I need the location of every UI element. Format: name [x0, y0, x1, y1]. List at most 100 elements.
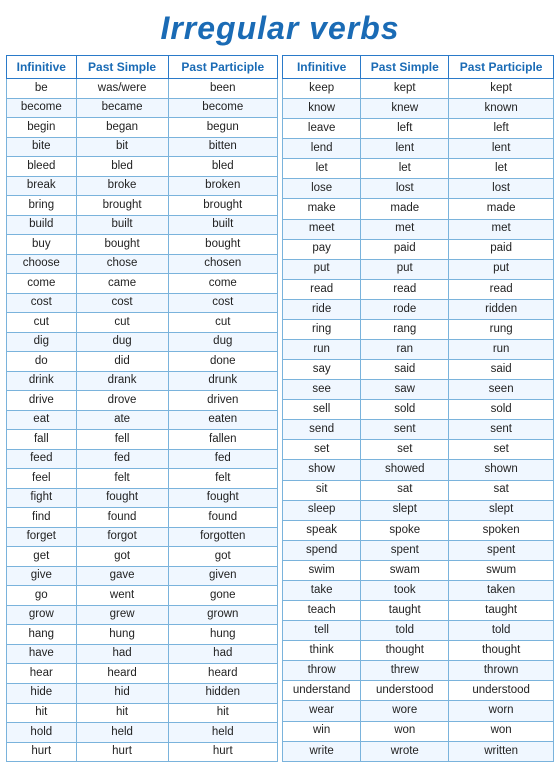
- table-cell: send: [283, 420, 361, 440]
- table-cell: met: [361, 219, 449, 239]
- table-row: givegavegiven: [7, 566, 278, 586]
- table-cell: ran: [361, 340, 449, 360]
- table-row: makemademade: [283, 199, 554, 219]
- page-title: Irregular verbs: [0, 0, 560, 55]
- table-row: sleepsleptslept: [283, 500, 554, 520]
- table-cell: heard: [168, 664, 277, 684]
- table-cell: lent: [361, 139, 449, 159]
- table-row: writewrotewritten: [283, 741, 554, 761]
- table-cell: grown: [168, 605, 277, 625]
- table-row: growgrewgrown: [7, 605, 278, 625]
- table-cell: take: [283, 580, 361, 600]
- table-row: saysaidsaid: [283, 360, 554, 380]
- table-cell: paid: [361, 239, 449, 259]
- table-cell: break: [7, 176, 77, 196]
- table-cell: drank: [76, 371, 168, 391]
- table-cell: began: [76, 118, 168, 138]
- table-row: bleedbledbled: [7, 157, 278, 177]
- table-cell: drive: [7, 391, 77, 411]
- table-cell: set: [283, 440, 361, 460]
- table-cell: heard: [76, 664, 168, 684]
- table-cell: ride: [283, 299, 361, 319]
- table-cell: fought: [168, 488, 277, 508]
- table-row: gowentgone: [7, 586, 278, 606]
- table-cell: fallen: [168, 430, 277, 450]
- table-cell: hurt: [76, 742, 168, 762]
- table-cell: rung: [449, 319, 554, 339]
- table-cell: won: [449, 721, 554, 741]
- table-cell: write: [283, 741, 361, 761]
- table-cell: read: [361, 279, 449, 299]
- table-cell: had: [76, 644, 168, 664]
- table-cell: saw: [361, 380, 449, 400]
- table-cell: left: [449, 119, 554, 139]
- table-cell: bring: [7, 196, 77, 216]
- table-cell: think: [283, 641, 361, 661]
- table-cell: give: [7, 566, 77, 586]
- table-cell: hold: [7, 723, 77, 743]
- table-cell: make: [283, 199, 361, 219]
- table-cell: built: [76, 215, 168, 235]
- table-row: hearheardheard: [7, 664, 278, 684]
- table-cell: hung: [76, 625, 168, 645]
- table-cell: said: [449, 360, 554, 380]
- table-cell: got: [76, 547, 168, 567]
- table-cell: done: [168, 352, 277, 372]
- table-row: taketooktaken: [283, 580, 554, 600]
- table-cell: run: [283, 340, 361, 360]
- table-cell: bought: [168, 235, 277, 255]
- table-cell: fight: [7, 488, 77, 508]
- table-row: loselostlost: [283, 179, 554, 199]
- table-cell: told: [361, 621, 449, 641]
- table-row: wearworeworn: [283, 701, 554, 721]
- table-row: feedfedfed: [7, 449, 278, 469]
- table-cell: hurt: [7, 742, 77, 762]
- table-cell: rode: [361, 299, 449, 319]
- table-cell: dig: [7, 332, 77, 352]
- table-cell: bled: [168, 157, 277, 177]
- table-cell: thought: [361, 641, 449, 661]
- table-cell: hid: [76, 683, 168, 703]
- table-cell: put: [449, 259, 554, 279]
- table-cell: taught: [361, 601, 449, 621]
- table-cell: fed: [76, 449, 168, 469]
- table-cell: felt: [168, 469, 277, 489]
- table-cell: sell: [283, 400, 361, 420]
- table-cell: build: [7, 215, 77, 235]
- table-cell: bleed: [7, 157, 77, 177]
- table-row: digdugdug: [7, 332, 278, 352]
- table-row: readreadread: [283, 279, 554, 299]
- table-cell: been: [168, 79, 277, 99]
- table-cell: ridden: [449, 299, 554, 319]
- table-cell: drunk: [168, 371, 277, 391]
- table-row: rideroderidden: [283, 299, 554, 319]
- table-row: comecamecome: [7, 274, 278, 294]
- table-cell: worn: [449, 701, 554, 721]
- table-cell: cost: [7, 293, 77, 313]
- table-cell: become: [7, 98, 77, 118]
- table-row: becomebecamebecome: [7, 98, 278, 118]
- table-row: keepkeptkept: [283, 79, 554, 99]
- table-cell: sent: [361, 420, 449, 440]
- table-cell: hidden: [168, 683, 277, 703]
- table-cell: lost: [449, 179, 554, 199]
- table-cell: held: [76, 723, 168, 743]
- table-cell: teach: [283, 601, 361, 621]
- table-cell: made: [449, 199, 554, 219]
- table-row: choosechosechosen: [7, 254, 278, 274]
- table-cell: keep: [283, 79, 361, 99]
- table-row: sitsatsat: [283, 480, 554, 500]
- table-row: bringbroughtbrought: [7, 196, 278, 216]
- table-cell: ate: [76, 410, 168, 430]
- table-cell: set: [449, 440, 554, 460]
- table-cell: ring: [283, 319, 361, 339]
- table-cell: fall: [7, 430, 77, 450]
- table-row: thinkthoughtthought: [283, 641, 554, 661]
- table-cell: be: [7, 79, 77, 99]
- table-cell: told: [449, 621, 554, 641]
- table-cell: thrown: [449, 661, 554, 681]
- table-cell: win: [283, 721, 361, 741]
- table-cell: say: [283, 360, 361, 380]
- table-cell: became: [76, 98, 168, 118]
- table-cell: eat: [7, 410, 77, 430]
